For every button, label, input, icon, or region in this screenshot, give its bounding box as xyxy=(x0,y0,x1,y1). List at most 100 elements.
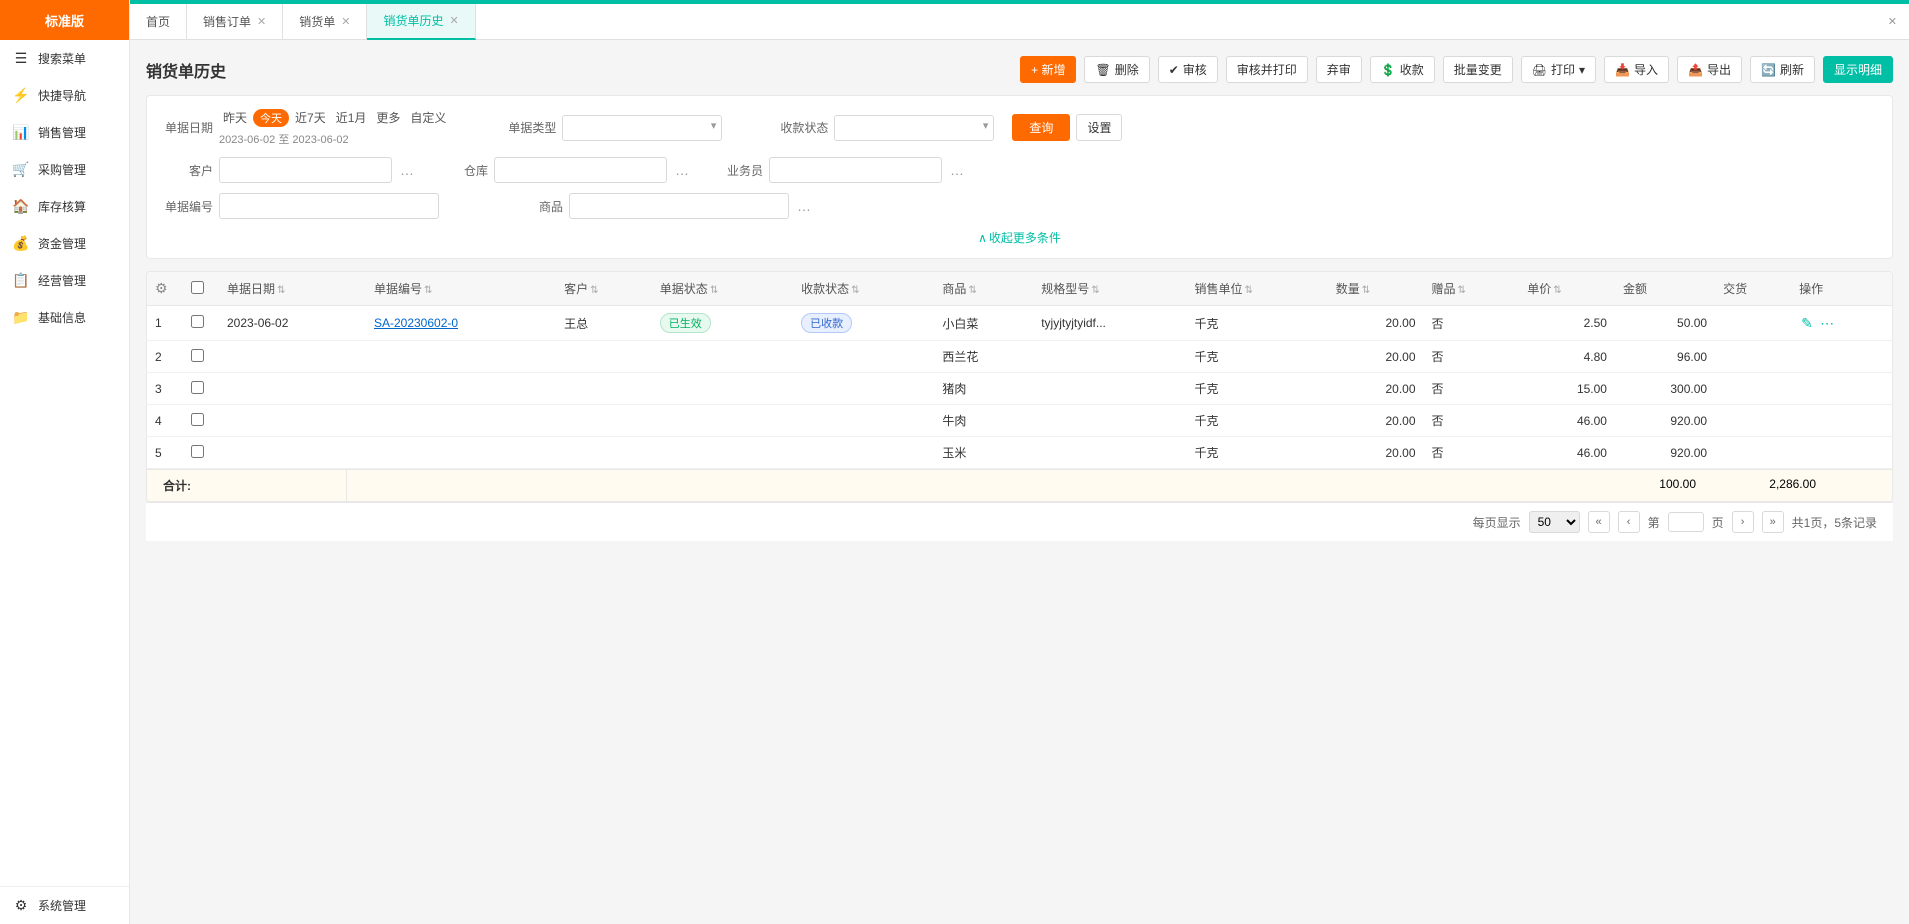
col-settings[interactable]: ⚙ xyxy=(147,272,183,306)
col-unit-price: 单价⇅ xyxy=(1519,272,1615,306)
collect-status-select[interactable] xyxy=(834,115,994,141)
row-check-2[interactable] xyxy=(191,381,204,394)
print-button[interactable]: 🖨 打印 ▾ xyxy=(1521,56,1596,83)
row-doc-date-1 xyxy=(219,341,366,373)
date-1month[interactable]: 近1月 xyxy=(332,108,371,127)
filter-salesperson: 业务员 … xyxy=(713,157,964,183)
collect-button[interactable]: 💲 收款 xyxy=(1370,56,1435,83)
settings-filter-button[interactable]: 设置 xyxy=(1076,114,1122,141)
row-check-1[interactable] xyxy=(191,349,204,362)
row-checkbox-0[interactable] xyxy=(183,306,219,341)
sidebar-item-basic-info[interactable]: 📁 基础信息 xyxy=(0,299,129,336)
row-check-4[interactable] xyxy=(191,445,204,458)
row-customer-3 xyxy=(556,405,652,437)
sidebar-item-operations[interactable]: 📋 经营管理 xyxy=(0,262,129,299)
customer-input[interactable] xyxy=(219,157,392,183)
query-button[interactable]: 查询 xyxy=(1012,114,1070,141)
row-checkbox-4[interactable] xyxy=(183,437,219,469)
tab-sales-goods[interactable]: 销货单 ✕ xyxy=(283,4,367,40)
col-action: 操作 xyxy=(1791,272,1892,306)
sort-goods[interactable]: ⇅ xyxy=(968,285,976,296)
doc-no-input[interactable] xyxy=(219,193,439,219)
abandon-button[interactable]: 弃审 xyxy=(1316,56,1362,83)
sort-qty[interactable]: ⇅ xyxy=(1362,285,1370,296)
close-tab-sales-order[interactable]: ✕ xyxy=(257,15,266,28)
batch-change-button[interactable]: 批量变更 xyxy=(1443,56,1513,83)
row-doc-no-4[interactable] xyxy=(366,437,556,469)
date-more[interactable]: 更多 xyxy=(372,108,404,127)
summary-total-amount: 2,286.00 xyxy=(1712,470,1832,501)
date-yesterday[interactable]: 昨天 xyxy=(219,108,251,127)
tab-sales-history[interactable]: 销货单历史 ✕ xyxy=(367,4,475,40)
row-spec-4 xyxy=(1033,437,1186,469)
row-doc-no-3[interactable] xyxy=(366,405,556,437)
goods-dots[interactable]: … xyxy=(797,198,811,214)
sort-doc-date[interactable]: ⇅ xyxy=(277,285,285,296)
refresh-icon: 🔄 xyxy=(1761,63,1776,77)
sidebar-item-inventory[interactable]: 🏠 库存核算 xyxy=(0,188,129,225)
sort-gift[interactable]: ⇅ xyxy=(1458,285,1466,296)
sort-customer[interactable]: ⇅ xyxy=(590,285,598,296)
review-print-button[interactable]: 审核并打印 xyxy=(1226,56,1308,83)
export-button[interactable]: 📤 导出 xyxy=(1677,56,1742,83)
delete-button[interactable]: 🗑 删除 xyxy=(1084,56,1149,83)
row-checkbox-3[interactable] xyxy=(183,405,219,437)
row-doc-no-1[interactable] xyxy=(366,341,556,373)
last-page-button[interactable]: » xyxy=(1762,511,1784,533)
sort-unit[interactable]: ⇅ xyxy=(1244,285,1252,296)
new-button[interactable]: + 新增 xyxy=(1020,56,1076,83)
row-check-0[interactable] xyxy=(191,315,204,328)
sort-doc-no[interactable]: ⇅ xyxy=(424,285,432,296)
row-checkbox-2[interactable] xyxy=(183,373,219,405)
warehouse-dots[interactable]: … xyxy=(675,162,689,178)
collapse-button[interactable]: ∧ 收起更多条件 xyxy=(978,229,1061,246)
next-page-button[interactable]: › xyxy=(1732,511,1754,533)
table-settings-icon[interactable]: ⚙ xyxy=(155,280,168,296)
sidebar-item-sales-mgmt[interactable]: 📊 销售管理 xyxy=(0,114,129,151)
sort-unit-price[interactable]: ⇅ xyxy=(1553,285,1561,296)
warehouse-input[interactable] xyxy=(494,157,667,183)
import-button[interactable]: 📥 导入 xyxy=(1604,56,1669,83)
tab-home[interactable]: 首页 xyxy=(130,4,187,40)
select-all-checkbox[interactable] xyxy=(191,281,204,294)
row-collect-status-3 xyxy=(793,405,934,437)
date-7days[interactable]: 近7天 xyxy=(291,108,330,127)
edit-icon-0[interactable]: ✎ xyxy=(1801,315,1813,331)
row-check-3[interactable] xyxy=(191,413,204,426)
sort-spec[interactable]: ⇅ xyxy=(1091,285,1099,296)
tab-sales-order[interactable]: 销售订单 ✕ xyxy=(187,4,283,40)
row-checkbox-1[interactable] xyxy=(183,341,219,373)
row-doc-no-0[interactable]: SA-20230602-0 xyxy=(366,306,556,341)
sort-doc-status[interactable]: ⇅ xyxy=(710,285,718,296)
sort-collect-status[interactable]: ⇅ xyxy=(851,285,859,296)
sidebar-item-system[interactable]: ⚙ 系统管理 xyxy=(0,887,129,924)
row-qty-4: 20.00 xyxy=(1328,437,1424,469)
per-page-select[interactable]: 50 100 xyxy=(1529,511,1580,533)
goods-input[interactable] xyxy=(569,193,789,219)
sidebar-item-quick-nav[interactable]: ⚡ 快捷导航 xyxy=(0,77,129,114)
salesperson-dots[interactable]: … xyxy=(950,162,964,178)
table-row: 4 牛肉 千克 20.00 否 46.00 920.00 xyxy=(147,405,1892,437)
doc-type-select[interactable] xyxy=(562,115,722,141)
show-detail-button[interactable]: 显示明细 xyxy=(1823,56,1893,83)
customer-dots[interactable]: … xyxy=(400,162,414,178)
more-icon-0[interactable]: ⋯ xyxy=(1820,315,1834,331)
sidebar-item-search-menu[interactable]: ☰ 搜索菜单 xyxy=(0,40,129,77)
first-page-button[interactable]: « xyxy=(1588,511,1610,533)
date-today[interactable]: 今天 xyxy=(253,109,289,127)
summary-spacer xyxy=(347,470,1632,501)
prev-page-button[interactable]: ‹ xyxy=(1618,511,1640,533)
doc-no-link-0[interactable]: SA-20230602-0 xyxy=(374,316,458,330)
sidebar-item-purchase-mgmt[interactable]: 🛒 采购管理 xyxy=(0,151,129,188)
date-custom[interactable]: 自定义 xyxy=(406,108,450,127)
review-button[interactable]: ✔ 审核 xyxy=(1158,56,1218,83)
close-all-tabs[interactable]: ✕ xyxy=(1876,15,1909,28)
salesperson-input[interactable] xyxy=(769,157,942,183)
row-doc-no-2[interactable] xyxy=(366,373,556,405)
close-tab-sales-goods[interactable]: ✕ xyxy=(341,15,350,28)
page-num-input[interactable]: 1 xyxy=(1668,512,1704,532)
close-tab-sales-history[interactable]: ✕ xyxy=(450,14,459,27)
sidebar-item-finance[interactable]: 💰 资金管理 xyxy=(0,225,129,262)
col-checkbox[interactable] xyxy=(183,272,219,306)
refresh-button[interactable]: 🔄 刷新 xyxy=(1750,56,1815,83)
